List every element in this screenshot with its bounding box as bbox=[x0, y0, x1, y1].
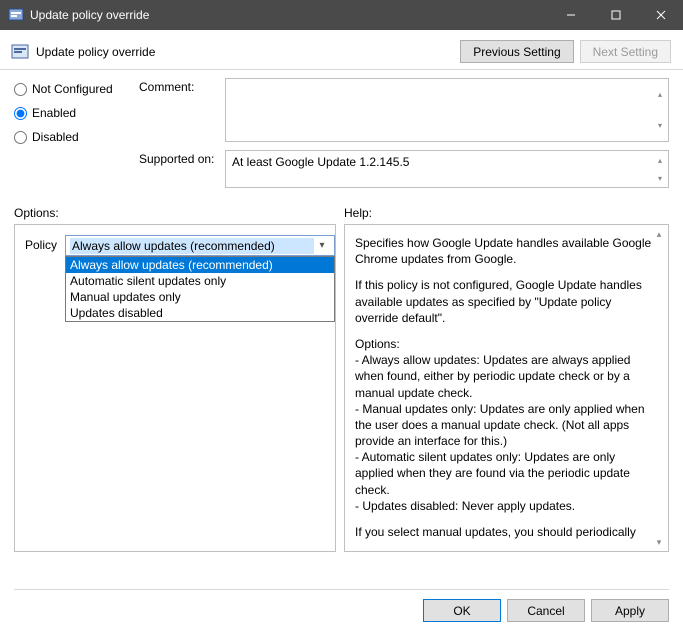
policy-select[interactable]: Always allow updates (recommended) ▾ bbox=[65, 235, 335, 256]
footer-divider bbox=[14, 589, 669, 590]
supported-spin-down[interactable]: ▾ bbox=[652, 169, 668, 187]
close-button[interactable] bbox=[638, 0, 683, 30]
policy-option-0[interactable]: Always allow updates (recommended) bbox=[66, 257, 334, 273]
previous-setting-button[interactable]: Previous Setting bbox=[460, 40, 573, 63]
help-p1: Specifies how Google Update handles avai… bbox=[355, 235, 654, 267]
header: Update policy override Previous Setting … bbox=[0, 30, 683, 70]
supported-on-value: At least Google Update 1.2.145.5 bbox=[232, 155, 409, 169]
header-title: Update policy override bbox=[36, 45, 454, 59]
policy-option-1[interactable]: Automatic silent updates only bbox=[66, 273, 334, 289]
policy-select-value: Always allow updates (recommended) bbox=[70, 238, 314, 254]
ok-button[interactable]: OK bbox=[423, 599, 501, 622]
options-section-label: Options: bbox=[14, 206, 344, 220]
comment-spin-down[interactable]: ▾ bbox=[652, 110, 668, 141]
help-text: Specifies how Google Update handles avai… bbox=[355, 235, 658, 541]
help-section-label: Help: bbox=[344, 206, 372, 220]
policy-label: Policy bbox=[25, 235, 57, 252]
supported-spin-up[interactable]: ▴ bbox=[652, 151, 668, 169]
radio-enabled-label: Enabled bbox=[32, 106, 76, 120]
help-p7: - Updates disabled: Never apply updates. bbox=[355, 498, 654, 514]
policy-icon bbox=[10, 42, 30, 62]
help-panel: ▴ ▾ Specifies how Google Update handles … bbox=[344, 224, 669, 552]
help-p6: - Automatic silent updates only: Updates… bbox=[355, 449, 654, 498]
help-p5: - Manual updates only: Updates are only … bbox=[355, 401, 654, 450]
apply-button[interactable]: Apply bbox=[591, 599, 669, 622]
radio-enabled[interactable]: Enabled bbox=[14, 106, 129, 120]
help-p2: If this policy is not configured, Google… bbox=[355, 277, 654, 326]
chevron-down-icon: ▾ bbox=[314, 240, 330, 251]
radio-enabled-input[interactable] bbox=[14, 107, 27, 120]
radio-not-configured-label: Not Configured bbox=[32, 82, 113, 96]
cancel-button[interactable]: Cancel bbox=[507, 599, 585, 622]
help-scroll-down[interactable]: ▾ bbox=[652, 535, 666, 549]
minimize-button[interactable] bbox=[548, 0, 593, 30]
maximize-button[interactable] bbox=[593, 0, 638, 30]
radio-not-configured-input[interactable] bbox=[14, 83, 27, 96]
options-panel: Policy Always allow updates (recommended… bbox=[14, 224, 336, 552]
comment-label: Comment: bbox=[139, 78, 225, 142]
help-scroll-up[interactable]: ▴ bbox=[652, 227, 666, 241]
radio-not-configured[interactable]: Not Configured bbox=[14, 82, 129, 96]
radio-disabled-label: Disabled bbox=[32, 130, 79, 144]
supported-on-field: At least Google Update 1.2.145.5 ▴ ▾ bbox=[225, 150, 669, 188]
comment-spin-up[interactable]: ▴ bbox=[652, 79, 668, 110]
app-icon bbox=[8, 7, 24, 23]
policy-dropdown: Always allow updates (recommended) Autom… bbox=[65, 256, 335, 322]
title-bar: Update policy override bbox=[0, 0, 683, 30]
window-title: Update policy override bbox=[30, 8, 548, 22]
help-p4: - Always allow updates: Updates are alwa… bbox=[355, 352, 654, 401]
supported-on-label: Supported on: bbox=[139, 150, 225, 188]
footer-buttons: OK Cancel Apply bbox=[423, 599, 669, 622]
help-p3: Options: bbox=[355, 336, 654, 352]
state-radio-group: Not Configured Enabled Disabled bbox=[14, 78, 129, 196]
comment-field[interactable]: ▴ ▾ bbox=[225, 78, 669, 142]
radio-disabled-input[interactable] bbox=[14, 131, 27, 144]
help-p8: If you select manual updates, you should… bbox=[355, 524, 654, 541]
policy-option-3[interactable]: Updates disabled bbox=[66, 305, 334, 321]
next-setting-button: Next Setting bbox=[580, 40, 671, 63]
radio-disabled[interactable]: Disabled bbox=[14, 130, 129, 144]
policy-option-2[interactable]: Manual updates only bbox=[66, 289, 334, 305]
